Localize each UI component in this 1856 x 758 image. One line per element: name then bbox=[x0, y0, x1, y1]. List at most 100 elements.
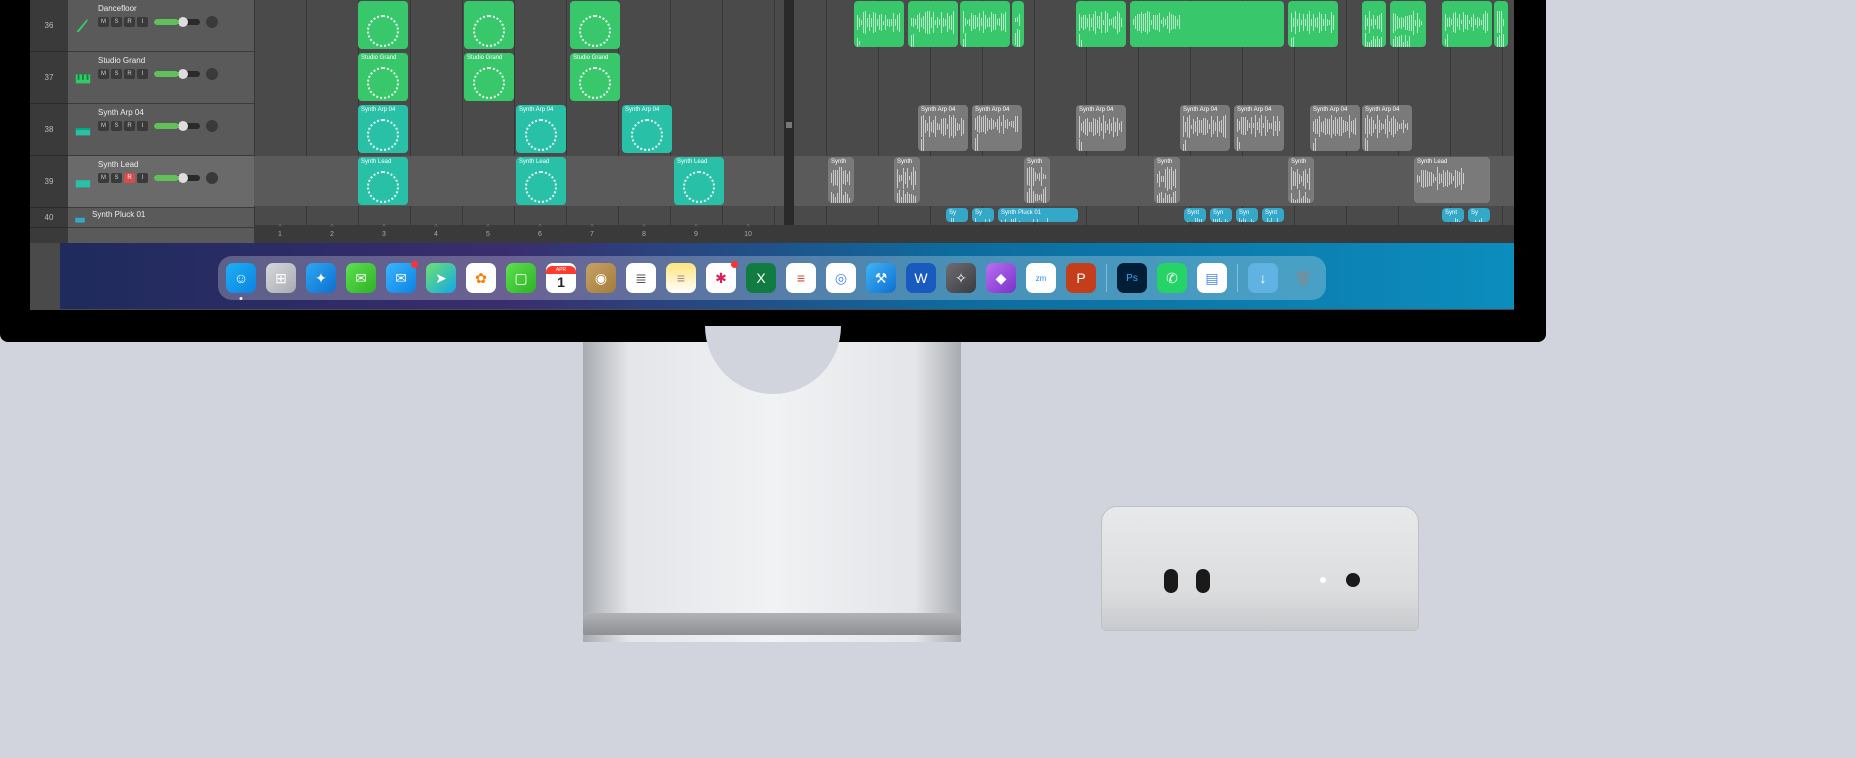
bar-ruler[interactable]: 12345678910 bbox=[254, 225, 1514, 243]
region[interactable]: Studio Grand bbox=[358, 53, 408, 101]
dock-mail-icon[interactable]: ✉ bbox=[386, 263, 416, 293]
track-header-selected[interactable]: Synth Lead M S R I bbox=[68, 156, 254, 208]
volume-fader[interactable] bbox=[154, 175, 200, 181]
dock-messages-icon[interactable]: ✉ bbox=[346, 263, 376, 293]
track-header[interactable]: Dancefloor M S R I bbox=[68, 0, 254, 52]
track-lane-selected[interactable]: Synth Lead Synth Lead Synth Lead Synth Synth… bbox=[254, 156, 1514, 206]
region[interactable] bbox=[1288, 1, 1338, 47]
record-button[interactable]: R bbox=[124, 17, 135, 27]
region[interactable]: Synth Lead bbox=[1414, 157, 1490, 203]
region[interactable]: Synth Arp 04 bbox=[358, 105, 408, 153]
region[interactable]: Synth Pluck 01 bbox=[998, 208, 1078, 222]
dock-launchpad-icon[interactable]: ⊞ bbox=[266, 263, 296, 293]
dock-word-icon[interactable]: W bbox=[906, 263, 936, 293]
bar-tick[interactable]: 6 bbox=[514, 225, 566, 243]
dock-affinity-icon[interactable]: ◆ bbox=[986, 263, 1016, 293]
region[interactable]: Sy bbox=[972, 208, 994, 222]
bar-tick[interactable]: 5 bbox=[462, 225, 514, 243]
region[interactable]: Synth Arp 04 bbox=[972, 105, 1022, 151]
region[interactable]: Sy bbox=[1468, 208, 1490, 222]
region[interactable]: Synth bbox=[894, 157, 920, 203]
region[interactable]: Synth Lead bbox=[516, 157, 566, 205]
mute-button[interactable]: M bbox=[98, 69, 109, 79]
bar-tick[interactable]: 2 bbox=[306, 225, 358, 243]
dock-notes-icon[interactable]: ≡ bbox=[666, 263, 696, 293]
region[interactable]: Synth bbox=[1154, 157, 1180, 203]
pan-knob[interactable] bbox=[206, 16, 218, 28]
region[interactable]: Synt bbox=[1442, 208, 1464, 222]
dock-docs-icon[interactable]: ▤ bbox=[1197, 263, 1227, 293]
region[interactable]: Synth Arp 04 bbox=[918, 105, 968, 151]
region[interactable] bbox=[464, 1, 514, 49]
dock-powerpoint-icon[interactable]: P bbox=[1066, 263, 1096, 293]
region[interactable]: Sy bbox=[946, 208, 968, 222]
volume-fader[interactable] bbox=[154, 71, 200, 77]
region[interactable] bbox=[1390, 1, 1426, 47]
dock-maps-icon[interactable]: ➤ bbox=[426, 263, 456, 293]
input-button[interactable]: I bbox=[137, 121, 148, 131]
volume-fader[interactable] bbox=[154, 19, 200, 25]
region[interactable]: Synth Lead bbox=[674, 157, 724, 205]
region[interactable] bbox=[1012, 1, 1024, 47]
region[interactable]: Synth bbox=[1288, 157, 1314, 203]
input-button[interactable]: I bbox=[137, 17, 148, 27]
pan-knob[interactable] bbox=[206, 120, 218, 132]
region[interactable]: Synt bbox=[1184, 208, 1206, 222]
solo-button[interactable]: S bbox=[111, 17, 122, 27]
dock-slack-icon[interactable]: ✱ bbox=[706, 263, 736, 293]
bar-tick[interactable]: 7 bbox=[566, 225, 618, 243]
region[interactable] bbox=[1494, 1, 1508, 47]
dock-calendar-icon[interactable]: APR1 bbox=[546, 263, 576, 293]
solo-button[interactable]: S bbox=[111, 173, 122, 183]
region[interactable] bbox=[908, 1, 958, 47]
region[interactable]: Synth bbox=[1024, 157, 1050, 203]
volume-fader[interactable] bbox=[154, 123, 200, 129]
dock-reminders-icon[interactable]: ≣ bbox=[626, 263, 656, 293]
bar-tick[interactable]: 8 bbox=[618, 225, 670, 243]
region[interactable]: Synth Lead bbox=[358, 157, 408, 205]
dock-facetime-icon[interactable]: ▢ bbox=[506, 263, 536, 293]
dock-finder-icon[interactable]: ☺ bbox=[226, 263, 256, 293]
region[interactable]: Syn bbox=[1210, 208, 1232, 222]
bar-tick[interactable]: 4 bbox=[410, 225, 462, 243]
pan-knob[interactable] bbox=[206, 172, 218, 184]
bar-tick[interactable]: 10 bbox=[722, 225, 774, 243]
region[interactable] bbox=[1076, 1, 1126, 47]
record-button[interactable]: R bbox=[124, 69, 135, 79]
dock-zoom-icon[interactable]: zm bbox=[1026, 263, 1056, 293]
region[interactable]: Synt bbox=[1262, 208, 1284, 222]
region[interactable]: Studio Grand bbox=[570, 53, 620, 101]
track-header[interactable]: Synth Pluck 01 bbox=[68, 208, 254, 228]
mute-button[interactable]: M bbox=[98, 17, 109, 27]
dock-xcode-icon[interactable]: ⚒ bbox=[866, 263, 896, 293]
region[interactable] bbox=[358, 1, 408, 49]
pane-divider[interactable] bbox=[784, 0, 794, 243]
dock-photoshop-icon[interactable]: Ps bbox=[1117, 263, 1147, 293]
solo-button[interactable]: S bbox=[111, 69, 122, 79]
dock-contacts-icon[interactable]: ◉ bbox=[586, 263, 616, 293]
region[interactable]: Synth Arp 04 bbox=[1180, 105, 1230, 151]
arrange-area[interactable]: Studio Grand Studio Grand Studio Grand Syn… bbox=[254, 0, 1514, 243]
region[interactable]: Studio Grand bbox=[464, 53, 514, 101]
track-lane[interactable]: Synth Arp 04Synth Arp 04Synth Arp 04Synt… bbox=[254, 104, 1514, 154]
region[interactable]: Synth Arp 04 bbox=[1362, 105, 1412, 151]
mute-button[interactable]: M bbox=[98, 173, 109, 183]
region[interactable] bbox=[960, 1, 1010, 47]
track-header[interactable]: Studio Grand M S R I bbox=[68, 52, 254, 104]
dock-safari-icon[interactable]: ✦ bbox=[306, 263, 336, 293]
region[interactable] bbox=[570, 1, 620, 49]
input-button[interactable]: I bbox=[137, 173, 148, 183]
region[interactable]: Synth Arp 04 bbox=[622, 105, 672, 153]
bar-tick[interactable]: 3 bbox=[358, 225, 410, 243]
input-button[interactable]: I bbox=[137, 69, 148, 79]
track-lane[interactable] bbox=[254, 0, 1514, 50]
bar-tick[interactable]: 1 bbox=[254, 225, 306, 243]
region[interactable] bbox=[854, 1, 904, 47]
mute-button[interactable]: M bbox=[98, 121, 109, 131]
dock-chrome-icon[interactable]: ◎ bbox=[826, 263, 856, 293]
dock-whatsapp-icon[interactable]: ✆ bbox=[1157, 263, 1187, 293]
dock-photos-icon[interactable]: ✿ bbox=[466, 263, 496, 293]
track-lane[interactable]: Studio Grand Studio Grand Studio Grand bbox=[254, 52, 1514, 102]
pan-knob[interactable] bbox=[206, 68, 218, 80]
region[interactable]: Synth bbox=[828, 157, 854, 203]
